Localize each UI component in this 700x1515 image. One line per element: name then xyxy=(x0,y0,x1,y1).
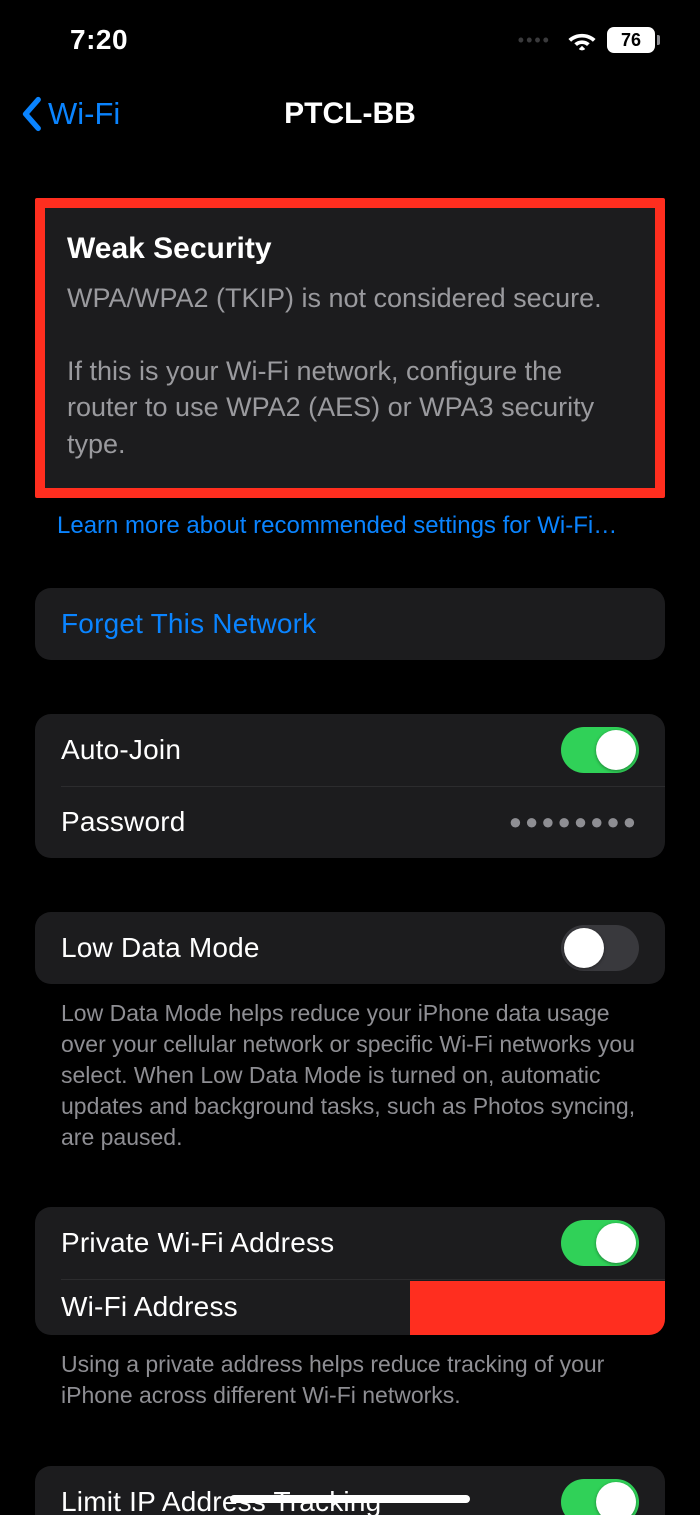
low-data-row[interactable]: Low Data Mode xyxy=(35,912,665,984)
private-address-footer: Using a private address helps reduce tra… xyxy=(35,1335,665,1411)
limit-ip-toggle[interactable] xyxy=(561,1479,639,1515)
auto-join-label: Auto-Join xyxy=(61,734,181,766)
redacted-value xyxy=(410,1281,665,1335)
wifi-icon xyxy=(567,29,597,51)
forget-label: Forget This Network xyxy=(61,608,316,640)
status-bar: 7:20 •••• 76 xyxy=(0,0,700,70)
join-group: Auto-Join Password ●●●●●●●● xyxy=(35,714,665,858)
status-time: 7:20 xyxy=(70,24,128,56)
back-button[interactable]: Wi-Fi xyxy=(20,96,120,132)
battery-level: 76 xyxy=(607,27,655,53)
password-label: Password xyxy=(61,806,186,838)
warning-body: WPA/WPA2 (TKIP) is not considered secure… xyxy=(67,280,633,462)
status-right: •••• 76 xyxy=(518,27,660,53)
cellular-dots-icon: •••• xyxy=(518,30,551,51)
wifi-address-row[interactable]: Wi-Fi Address xyxy=(35,1279,665,1335)
wifi-address-label: Wi-Fi Address xyxy=(61,1291,238,1323)
warning-title: Weak Security xyxy=(67,232,633,266)
chevron-left-icon xyxy=(20,96,42,132)
back-label: Wi-Fi xyxy=(48,96,120,132)
limit-ip-row[interactable]: Limit IP Address Tracking xyxy=(35,1466,665,1515)
password-value: ●●●●●●●● xyxy=(509,809,639,835)
private-address-row[interactable]: Private Wi-Fi Address xyxy=(35,1207,665,1279)
low-data-label: Low Data Mode xyxy=(61,932,260,964)
low-data-toggle[interactable] xyxy=(561,925,639,971)
low-data-footer: Low Data Mode helps reduce your iPhone d… xyxy=(35,984,665,1153)
limit-ip-group: Limit IP Address Tracking xyxy=(35,1466,665,1515)
private-address-label: Private Wi-Fi Address xyxy=(61,1227,334,1259)
password-row[interactable]: Password ●●●●●●●● xyxy=(35,786,665,858)
low-data-group: Low Data Mode xyxy=(35,912,665,984)
auto-join-row[interactable]: Auto-Join xyxy=(35,714,665,786)
battery-indicator: 76 xyxy=(607,27,660,53)
forget-group: Forget This Network xyxy=(35,588,665,660)
nav-bar: Wi-Fi PTCL-BB xyxy=(0,84,700,144)
learn-more-link[interactable]: Learn more about recommended settings fo… xyxy=(57,512,665,540)
private-address-toggle[interactable] xyxy=(561,1220,639,1266)
weak-security-warning: Weak Security WPA/WPA2 (TKIP) is not con… xyxy=(35,198,665,498)
battery-tip-icon xyxy=(657,35,660,45)
home-indicator[interactable] xyxy=(230,1495,470,1503)
forget-network-button[interactable]: Forget This Network xyxy=(35,588,665,660)
private-address-group: Private Wi-Fi Address Wi-Fi Address xyxy=(35,1207,665,1335)
auto-join-toggle[interactable] xyxy=(561,727,639,773)
